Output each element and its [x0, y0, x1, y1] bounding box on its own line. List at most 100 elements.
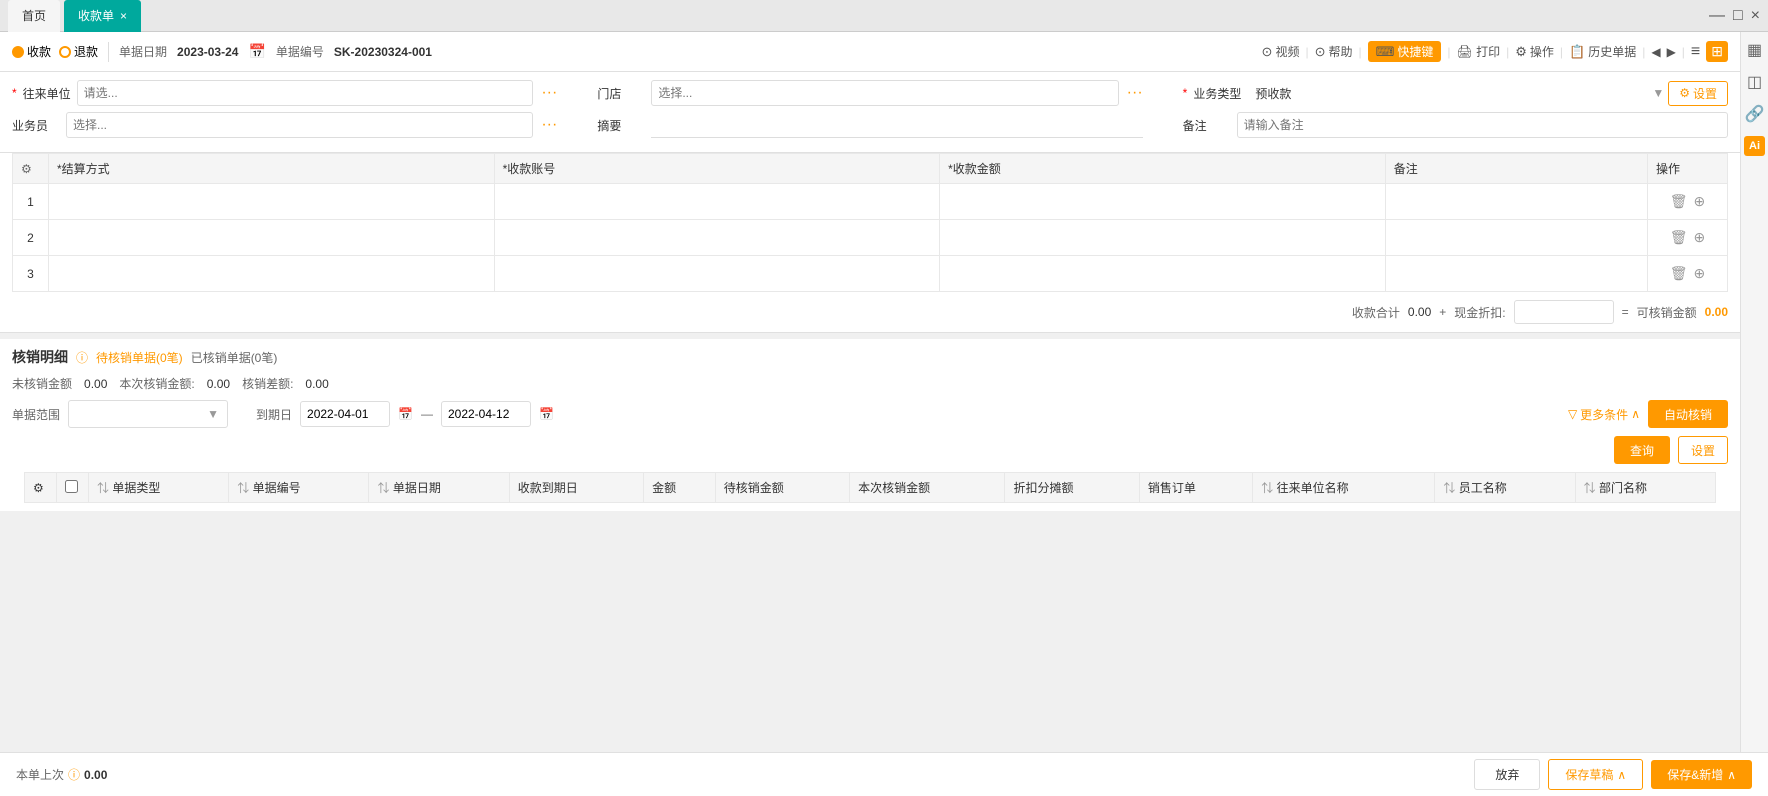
footer-info-icon[interactable]: ⓘ	[68, 766, 80, 783]
row-delete-icon-1[interactable]: 🗑	[1670, 193, 1688, 210]
tab-receipt[interactable]: 收款单 ×	[64, 0, 141, 32]
row-amount-3[interactable]	[940, 256, 1386, 292]
abandon-btn[interactable]: 放弃	[1474, 759, 1540, 790]
prev-icon[interactable]: ◀	[1651, 45, 1660, 59]
date-to-input[interactable]	[441, 401, 531, 427]
row-copy-icon-3[interactable]: ⊕	[1694, 265, 1706, 282]
save-new-btn[interactable]: 保存&新增 ∧	[1651, 760, 1752, 789]
operation-btn[interactable]: ⚙ 操作	[1515, 43, 1554, 60]
window-close-icon[interactable]: ×	[1751, 7, 1760, 25]
print-btn[interactable]: 🖨 打印	[1457, 43, 1501, 60]
pending-tab[interactable]: 待核销单据(0笔)	[96, 349, 183, 366]
row-copy-icon-1[interactable]: ⊕	[1694, 193, 1706, 210]
row-delete-icon-2[interactable]: 🗑	[1670, 229, 1688, 246]
next-icon[interactable]: ▶	[1667, 45, 1676, 59]
window-maximize-icon[interactable]: □	[1733, 7, 1743, 25]
row-account-3[interactable]	[494, 256, 940, 292]
staff-more-icon[interactable]: ···	[541, 116, 557, 134]
shop-input[interactable]	[651, 80, 1118, 106]
form-row-1: * 往来单位 ··· 门店 ··· * 业务类型 预收款 ▼ ⚙ 设置	[12, 80, 1728, 106]
from-unit-input[interactable]	[77, 80, 534, 106]
bt-header-checkbox	[57, 473, 89, 503]
help-label: 帮助	[1329, 43, 1353, 60]
auto-cancel-btn[interactable]: 自动核销	[1648, 400, 1728, 428]
tab-home[interactable]: 首页	[8, 0, 60, 32]
bt-staff-sort-icon: ⇅	[1443, 481, 1455, 495]
bt-select-all-checkbox[interactable]	[65, 480, 78, 493]
summary-input[interactable]	[651, 112, 1142, 138]
save-draft-btn[interactable]: 保存草稿 ∧	[1548, 759, 1643, 790]
row-settle-2[interactable]	[49, 220, 495, 256]
date-from-input[interactable]	[300, 401, 390, 427]
shortcut-btn[interactable]: ⌨ 快捷键	[1368, 41, 1442, 62]
row-amount-2[interactable]	[940, 220, 1386, 256]
bt-header-discount: 折扣分摊额	[1005, 473, 1139, 503]
from-unit-label: 往来单位	[23, 85, 73, 102]
main-content: 收款 退款 单据日期 2023-03-24 📅 单据编号 SK-20230324…	[0, 32, 1740, 752]
calendar-icon[interactable]: 📅	[248, 43, 265, 60]
verify-info-icon[interactable]: ⓘ	[76, 349, 88, 366]
bt-gear-icon[interactable]: ⚙	[33, 481, 44, 495]
bt-header-dept: ⇅ 部门名称	[1575, 473, 1715, 503]
from-unit-more-icon[interactable]: ···	[541, 84, 557, 102]
row-note-2[interactable]	[1385, 220, 1647, 256]
staff-input[interactable]	[66, 112, 533, 138]
settings-button[interactable]: ⚙ 设置	[1668, 81, 1728, 106]
video-btn[interactable]: ⊙ 视频	[1262, 43, 1300, 60]
operation-icon: ⚙	[1515, 44, 1527, 60]
tab-close-icon[interactable]: ×	[120, 9, 127, 23]
help-btn[interactable]: ⊙ 帮助	[1315, 43, 1353, 60]
table-amount-label: *收款金额	[948, 162, 1001, 176]
shop-more-icon[interactable]: ···	[1127, 84, 1143, 102]
bt-header-due-date: 收款到期日	[509, 473, 643, 503]
row-amount-1[interactable]	[940, 184, 1386, 220]
query-btn[interactable]: 查询	[1614, 436, 1670, 464]
print-icon: 🖨	[1457, 44, 1474, 60]
sidebar-table-icon[interactable]: ▦	[1747, 40, 1762, 60]
footer-total-value: 0.00	[84, 768, 107, 782]
plus-label: +	[1439, 305, 1446, 319]
biz-type-arrow-icon[interactable]: ▼	[1652, 86, 1664, 100]
shortcut-label: 快捷键	[1397, 43, 1433, 60]
receipt-radio[interactable]: 收款	[12, 43, 51, 60]
bt-from-unit-sort-icon: ⇅	[1261, 481, 1273, 495]
bt-header-pending: 待核销金额	[715, 473, 849, 503]
list-view-icon[interactable]: ≡	[1691, 43, 1700, 61]
verify-settings-btn[interactable]: 设置	[1678, 436, 1728, 464]
date-label: 单据日期	[119, 43, 167, 60]
date-to-calendar-icon[interactable]: 📅	[539, 407, 554, 421]
tab-home-label: 首页	[22, 7, 46, 24]
history-btn[interactable]: 📋 历史单据	[1569, 43, 1636, 60]
bottom-table-section: ⚙ ⇅ 单据类型 ⇅ 单据编号	[12, 472, 1728, 503]
grid-view-icon[interactable]: ⊞	[1706, 41, 1728, 62]
done-tab[interactable]: 已核销单据(0笔)	[191, 349, 278, 366]
row-settle-3[interactable]	[49, 256, 495, 292]
row-note-3[interactable]	[1385, 256, 1647, 292]
row-settle-1[interactable]	[49, 184, 495, 220]
diff-value: 0.00	[305, 377, 328, 391]
note-input[interactable]	[1237, 112, 1728, 138]
row-copy-icon-2[interactable]: ⊕	[1694, 229, 1706, 246]
refund-radio[interactable]: 退款	[59, 43, 98, 60]
row-account-2[interactable]	[494, 220, 940, 256]
date-from-label: 到期日	[256, 406, 292, 423]
sidebar-ai-icon[interactable]: Ai	[1744, 136, 1765, 156]
row-ops-3: 🗑 ⊕	[1648, 256, 1728, 292]
row-account-1[interactable]	[494, 184, 940, 220]
more-filters-btn[interactable]: ▽ 更多条件 ∧	[1568, 406, 1640, 423]
table-header-settle: *结算方式	[49, 154, 495, 184]
save-draft-arrow-icon[interactable]: ∧	[1617, 768, 1626, 782]
sidebar-doc-icon[interactable]: ◫	[1747, 72, 1762, 92]
sidebar-link-icon[interactable]: 🔗	[1745, 104, 1765, 124]
date-from-calendar-icon[interactable]: 📅	[398, 407, 413, 421]
row-delete-icon-3[interactable]: 🗑	[1670, 265, 1688, 282]
save-new-arrow-icon[interactable]: ∧	[1727, 768, 1736, 782]
bt-bill-date-sort-icon: ⇅	[377, 481, 389, 495]
discount-input[interactable]	[1514, 300, 1614, 324]
table-account-label: *收款账号	[503, 162, 556, 176]
range-select[interactable]: ▼	[68, 400, 228, 428]
row-note-1[interactable]	[1385, 184, 1647, 220]
table-gear-icon[interactable]: ⚙	[21, 162, 32, 176]
window-minimize-icon[interactable]: —	[1709, 7, 1725, 25]
biz-type-field: * 业务类型 预收款 ▼ ⚙ 设置	[1183, 81, 1728, 106]
